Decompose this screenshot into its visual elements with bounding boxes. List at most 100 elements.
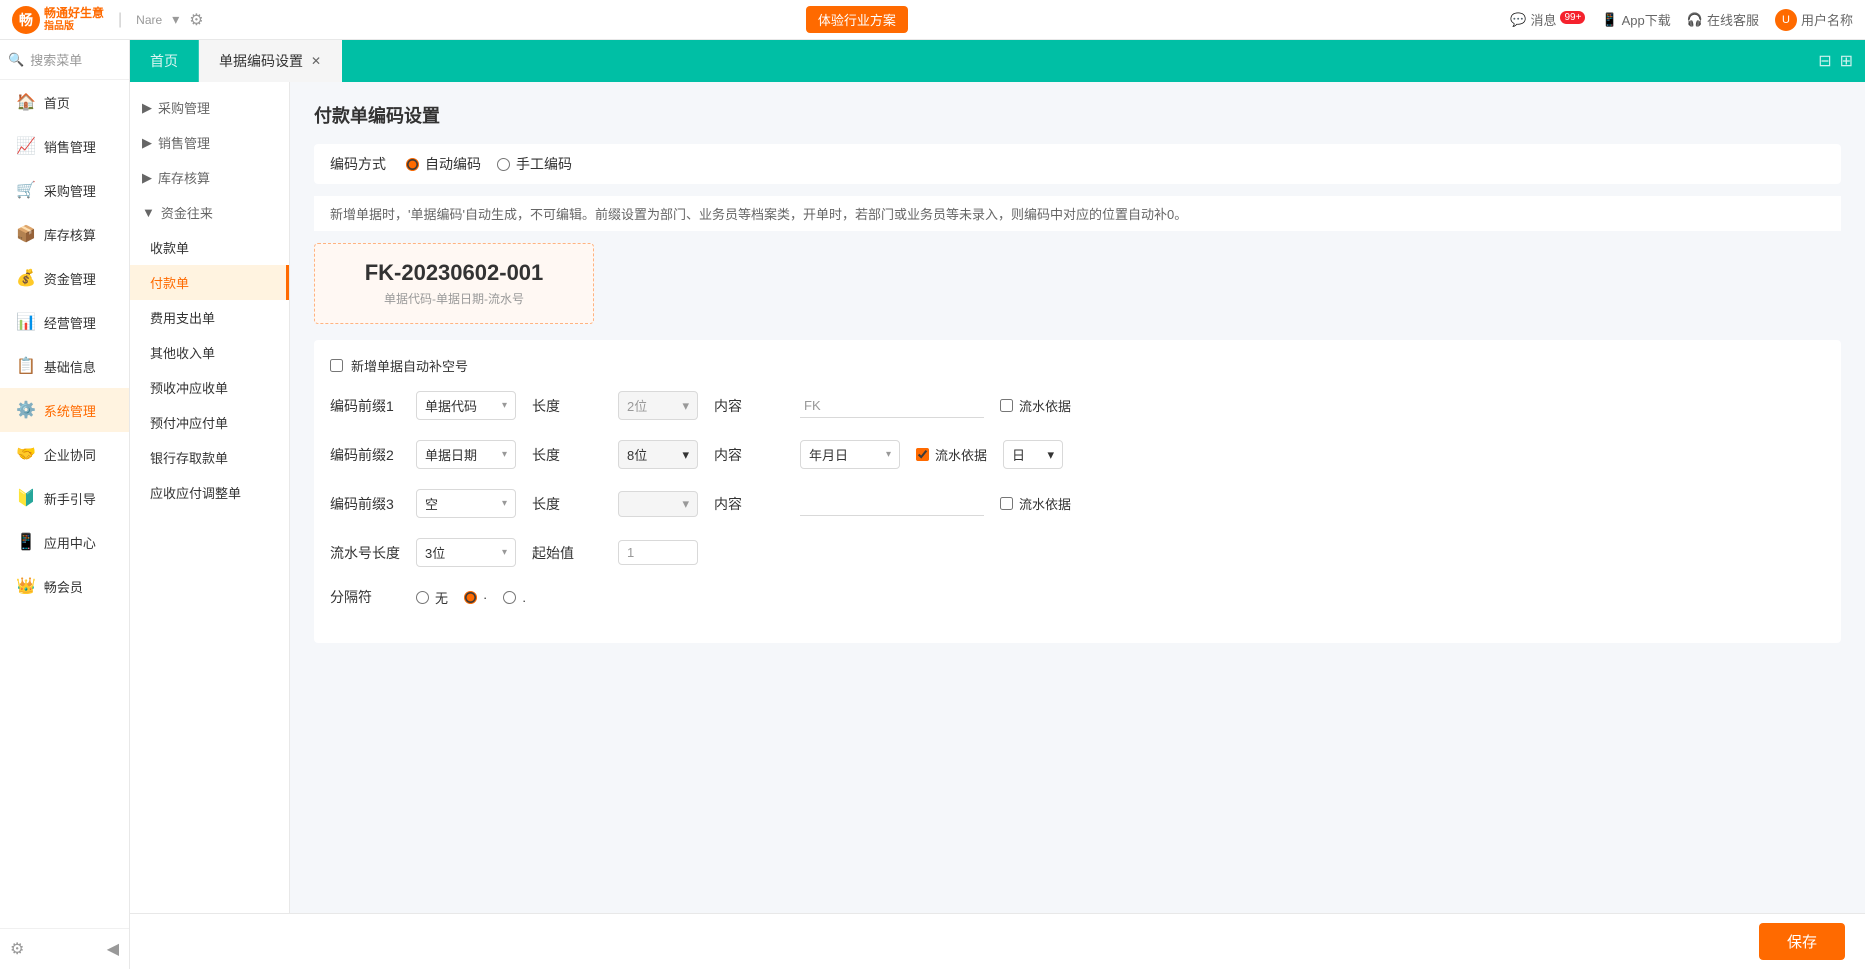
- tab-bar: 首页 单据编码设置 ✕ ⊟ ⊞: [130, 40, 1865, 82]
- sec-item-other-income[interactable]: 其他收入单: [130, 335, 289, 370]
- length3-select[interactable]: ▾: [618, 491, 698, 517]
- separator-label: 分隔符: [330, 587, 400, 607]
- content3-input[interactable]: [800, 492, 984, 516]
- sec-item-payment[interactable]: 付款单: [130, 265, 289, 300]
- serial2-checkbox-input[interactable]: [916, 448, 929, 461]
- sec-item-advance-pay[interactable]: 预付冲应付单: [130, 405, 289, 440]
- sep-dash-input[interactable]: [464, 591, 477, 604]
- collapse-icon[interactable]: ◀: [107, 939, 119, 959]
- sec-item-bank[interactable]: 银行存取款单: [130, 440, 289, 475]
- sec-group-purchase[interactable]: ▶ 采购管理: [130, 90, 289, 125]
- length2-select[interactable]: 8位 ▾: [618, 440, 698, 469]
- sidebar-item-membership[interactable]: 👑 畅会员: [0, 564, 129, 608]
- prefix1-select[interactable]: 单据代码 ▾: [416, 391, 516, 420]
- serial-length-select[interactable]: 3位 ▾: [416, 538, 516, 567]
- sec-item-adjust[interactable]: 应收应付调整单: [130, 475, 289, 510]
- sec-item-receipt[interactable]: 收款单: [130, 230, 289, 265]
- sidebar-item-purchase[interactable]: 🛒 采购管理: [0, 168, 129, 212]
- length1-label: 长度: [532, 396, 602, 416]
- page-title: 付款单编码设置: [314, 102, 1841, 128]
- tab-close-icon[interactable]: ✕: [311, 54, 321, 68]
- sep-none-input[interactable]: [416, 591, 429, 604]
- logo-icon: 畅: [12, 6, 40, 34]
- serial2-unit-select[interactable]: 日 ▾: [1003, 440, 1063, 469]
- serial1-checkbox-input[interactable]: [1000, 399, 1013, 412]
- secondary-sidebar: ▶ 采购管理 ▶ 销售管理 ▶ 库存核算 ▼ 资金往来 收款单 付款单 费用支出…: [130, 82, 290, 913]
- tab-minimize-icon[interactable]: ⊟: [1818, 51, 1831, 71]
- online-service-area[interactable]: 🎧 在线客服: [1687, 10, 1759, 29]
- tab-home[interactable]: 首页: [130, 40, 199, 82]
- sidebar-item-system[interactable]: ⚙️ 系统管理: [0, 388, 129, 432]
- tab-bar-actions: ⊟ ⊞: [1818, 51, 1853, 71]
- auto-code-input[interactable]: [406, 158, 419, 171]
- sec-item-advance-recv[interactable]: 预收冲应收单: [130, 370, 289, 405]
- manual-code-radio[interactable]: 手工编码: [497, 154, 572, 174]
- trial-button[interactable]: 体验行业方案: [806, 6, 908, 33]
- start-value-input[interactable]: [618, 540, 698, 565]
- sidebar-item-basic-info[interactable]: 📋 基础信息: [0, 344, 129, 388]
- sidebar-item-sales[interactable]: 📈 销售管理: [0, 124, 129, 168]
- serial-length-arrow-icon: ▾: [502, 547, 507, 558]
- sec-group-inventory[interactable]: ▶ 库存核算: [130, 160, 289, 195]
- sep-dot-input[interactable]: [503, 591, 516, 604]
- content2-arrow-icon: ▾: [886, 449, 891, 460]
- length1-select[interactable]: 2位 ▾: [618, 391, 698, 420]
- settings-icon[interactable]: ⚙: [189, 10, 203, 30]
- sidebar-item-enterprise[interactable]: 🤝 企业协同: [0, 432, 129, 476]
- sec-item-expense[interactable]: 费用支出单: [130, 300, 289, 335]
- example-box: FK-20230602-001 单据代码-单据日期-流水号: [314, 243, 594, 324]
- content2-label: 内容: [714, 445, 784, 465]
- sidebar-item-inventory[interactable]: 📦 库存核算: [0, 212, 129, 256]
- sidebar-item-operations[interactable]: 📊 经营管理: [0, 300, 129, 344]
- prefix2-label: 编码前缀2: [330, 445, 400, 465]
- save-button[interactable]: 保存: [1759, 923, 1845, 960]
- sep-none-radio[interactable]: 无: [416, 588, 448, 607]
- auto-code-radio[interactable]: 自动编码: [406, 154, 481, 174]
- prefix3-label: 编码前缀3: [330, 494, 400, 514]
- sec-group-sales[interactable]: ▶ 销售管理: [130, 125, 289, 160]
- sales-icon: 📈: [16, 136, 36, 156]
- content-area: ▶ 采购管理 ▶ 销售管理 ▶ 库存核算 ▼ 资金往来 收款单 付款单 费用支出…: [130, 82, 1865, 913]
- message-icon-area[interactable]: 💬 消息 99+: [1510, 10, 1585, 29]
- tab-code-settings[interactable]: 单据编码设置 ✕: [199, 40, 342, 82]
- prefix2-select[interactable]: 单据日期 ▾: [416, 440, 516, 469]
- content1-input[interactable]: [800, 394, 984, 418]
- code-method-radio-group: 自动编码 手工编码: [406, 154, 572, 174]
- serial3-checkbox[interactable]: 流水依据: [1000, 494, 1071, 513]
- top-bar: 畅 畅通好生意 指品版 | Nare ▾ ⚙ 体验行业方案 💬 消息 99+ 📱…: [0, 0, 1865, 40]
- user-area[interactable]: U 用户名称: [1775, 9, 1853, 31]
- trial-button-area: 体验行业方案: [806, 6, 908, 33]
- sidebar-search[interactable]: 🔍 搜索菜单: [0, 40, 129, 80]
- chevron-right-icon2: ▶: [142, 135, 152, 151]
- sec-group-capital[interactable]: ▼ 资金往来: [130, 195, 289, 230]
- content2-select[interactable]: 年月日 ▾: [800, 440, 900, 469]
- search-icon: 🔍: [8, 52, 24, 68]
- settings-bottom-icon[interactable]: ⚙: [10, 939, 24, 959]
- sidebar-bottom: ⚙ ◀: [0, 928, 129, 969]
- sidebar-item-guide[interactable]: 🔰 新手引导: [0, 476, 129, 520]
- serial3-checkbox-input[interactable]: [1000, 497, 1013, 510]
- prefix3-select[interactable]: 空 ▾: [416, 489, 516, 518]
- sep-dot-radio[interactable]: .: [503, 590, 526, 605]
- autofill-checkbox[interactable]: [330, 359, 343, 372]
- prefix3-arrow-icon: ▾: [502, 498, 507, 509]
- sidebar-item-finance[interactable]: 💰 资金管理: [0, 256, 129, 300]
- length2-arrow-icon: ▾: [682, 447, 689, 463]
- dropdown-arrow-icon[interactable]: ▾: [172, 11, 179, 28]
- length2-label: 长度: [532, 445, 602, 465]
- home-icon: 🏠: [16, 92, 36, 112]
- app-center-icon: 📱: [16, 532, 36, 552]
- serial1-checkbox[interactable]: 流水依据: [1000, 396, 1071, 415]
- autofill-row: 新增单据自动补空号: [330, 356, 1825, 375]
- app-download-area[interactable]: 📱 App下载: [1601, 10, 1670, 29]
- tab-maximize-icon[interactable]: ⊞: [1840, 51, 1853, 71]
- prefix3-row: 编码前缀3 空 ▾ 长度 ▾ 内容: [330, 489, 1825, 518]
- sidebar-item-app-center[interactable]: 📱 应用中心: [0, 520, 129, 564]
- serial2-checkbox[interactable]: 流水依据: [916, 445, 987, 464]
- manual-code-input[interactable]: [497, 158, 510, 171]
- prefix1-label: 编码前缀1: [330, 396, 400, 416]
- message-badge: 99+: [1560, 11, 1585, 24]
- sidebar-item-home[interactable]: 🏠 首页: [0, 80, 129, 124]
- sep-dash-radio[interactable]: ·: [464, 590, 487, 605]
- company-name: Nare: [136, 13, 162, 27]
